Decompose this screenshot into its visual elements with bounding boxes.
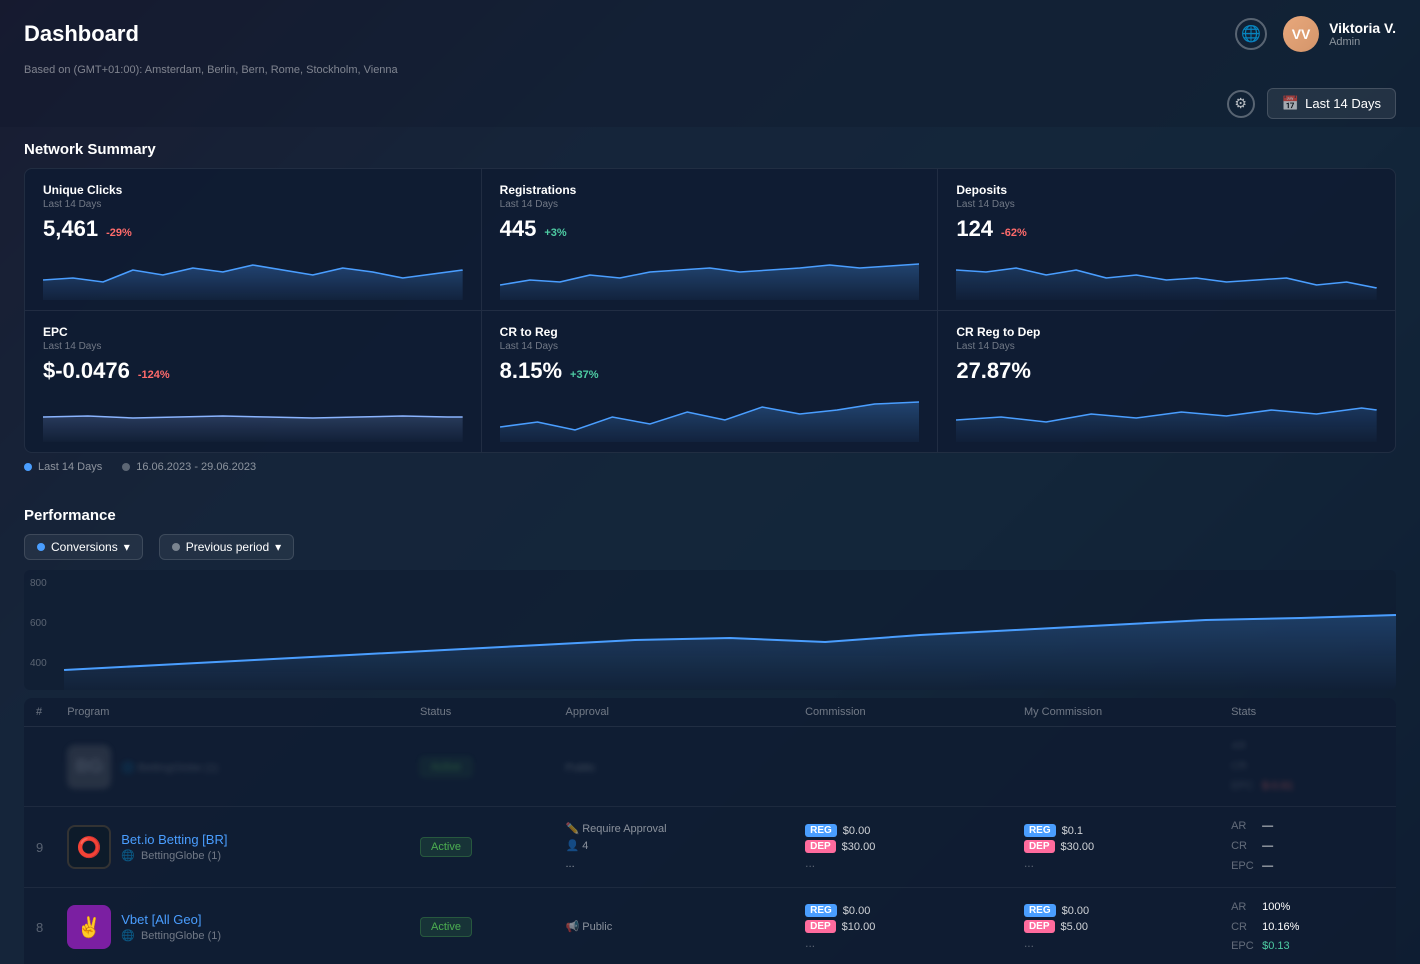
metric-deposits: Deposits Last 14 Days 124 -62%	[938, 169, 1395, 311]
program-logo: ⭕	[67, 825, 111, 869]
approval-info: ✏️ Require Approval 👤 4 ...	[565, 821, 781, 874]
table-header: # Program Status Approval Commission My …	[24, 698, 1396, 727]
chart-legend: Last 14 Days 16.06.2023 - 29.06.2023	[24, 453, 1396, 477]
commission-block: REG $0.00 DEP $10.00 ...	[805, 904, 1000, 950]
program-name-link[interactable]: Vbet [All Geo]	[121, 912, 201, 927]
user-role: Admin	[1329, 36, 1396, 48]
metric-epc: EPC Last 14 Days $-0.0476 -124%	[25, 311, 482, 452]
timezone-bar: Based on (GMT+01:00): Amsterdam, Berlin,…	[0, 60, 1420, 80]
program-logo: ✌	[67, 905, 111, 949]
date-filter-button[interactable]: 📅 Last 14 Days	[1267, 88, 1396, 119]
commission-block: REG $0.00 DEP $30.00 ...	[805, 824, 1000, 870]
col-stats: Stats	[1219, 698, 1396, 727]
avatar: VV	[1283, 16, 1319, 52]
metric-cr-reg: CR to Reg Last 14 Days 8.15% +37%	[482, 311, 939, 452]
performance-section: Performance Conversions ▾ Previous perio…	[24, 493, 1396, 964]
settings-icon[interactable]: ⚙	[1227, 90, 1255, 118]
period-dropdown[interactable]: Previous period ▾	[159, 534, 294, 560]
col-num: #	[24, 698, 55, 727]
status-badge: Active	[420, 837, 472, 857]
col-my-commission: My Commission	[1012, 698, 1219, 727]
metric-unique-clicks: Unique Clicks Last 14 Days 5,461 -29%	[25, 169, 482, 311]
col-status: Status	[408, 698, 553, 727]
table-row: 8 ✌ Vbet [All Geo] 🌐BettingGlobe (1)	[24, 887, 1396, 964]
clicks-chart	[43, 250, 463, 300]
epc-chart	[43, 392, 463, 442]
col-commission: Commission	[793, 698, 1012, 727]
performance-controls: Conversions ▾ Previous period ▾	[24, 534, 1396, 560]
user-name: Viktoria V.	[1329, 20, 1396, 36]
performance-chart: 800 600 400	[24, 570, 1396, 690]
my-commission-block: REG $0.1 DEP $30.00 ...	[1024, 824, 1207, 870]
main-content: Network Summary Unique Clicks Last 14 Da…	[0, 127, 1420, 964]
cr-reg-chart	[500, 392, 920, 442]
network-summary-title: Network Summary	[24, 127, 1396, 168]
program-name-link[interactable]: Bet.io Betting [BR]	[121, 832, 227, 847]
metric-cr-reg-dep: CR Reg to Dep Last 14 Days 27.87%	[938, 311, 1395, 452]
globe-icon[interactable]: 🌐	[1235, 18, 1267, 50]
my-commission-block: REG $0.00 DEP $5.00 ...	[1024, 904, 1207, 950]
cr-dep-chart	[956, 392, 1377, 442]
calendar-icon: 📅	[1282, 95, 1299, 112]
approval-info: 📢 Public	[565, 919, 781, 937]
stats-cell: AR — CR — EPC —	[1231, 817, 1384, 876]
program-logo: BG	[67, 745, 111, 789]
row-num: 8	[24, 887, 55, 964]
metric-registrations: Registrations Last 14 Days 445 +3%	[482, 169, 939, 311]
program-cell: BG 🌐 BettingGlobe (1)	[55, 727, 408, 807]
performance-title: Performance	[24, 493, 1396, 534]
col-approval: Approval	[553, 698, 793, 727]
conversions-dot	[37, 543, 45, 551]
chevron-down-icon-2: ▾	[275, 540, 281, 554]
col-program: Program	[55, 698, 408, 727]
deposits-chart	[956, 250, 1377, 300]
chevron-down-icon: ▾	[124, 540, 130, 554]
page-title: Dashboard	[24, 21, 139, 47]
conversions-dropdown[interactable]: Conversions ▾	[24, 534, 143, 560]
programs-table: # Program Status Approval Commission My …	[24, 698, 1396, 964]
row-num	[24, 727, 55, 807]
table-row: BG 🌐 BettingGlobe (1) Active Public	[24, 727, 1396, 807]
program-cell: ✌ Vbet [All Geo] 🌐BettingGlobe (1)	[55, 887, 408, 964]
period-dot	[172, 543, 180, 551]
status-badge: Active	[420, 917, 472, 937]
user-menu[interactable]: VV Viktoria V. Admin	[1283, 16, 1396, 52]
program-cell: ⭕ Bet.io Betting [BR] 🌐BettingGlobe (1)	[55, 807, 408, 887]
status-badge: Active	[420, 757, 472, 777]
date-filter-label: Last 14 Days	[1305, 96, 1381, 111]
table-row: 9 ⭕ Bet.io Betting [BR] 🌐BettingGlobe (1…	[24, 807, 1396, 887]
registrations-chart	[500, 250, 920, 300]
stats-cell: AR 100% CR 10.16% EPC $0.13	[1231, 898, 1384, 957]
row-num: 9	[24, 807, 55, 887]
metrics-grid: Unique Clicks Last 14 Days 5,461 -29%	[24, 168, 1396, 453]
